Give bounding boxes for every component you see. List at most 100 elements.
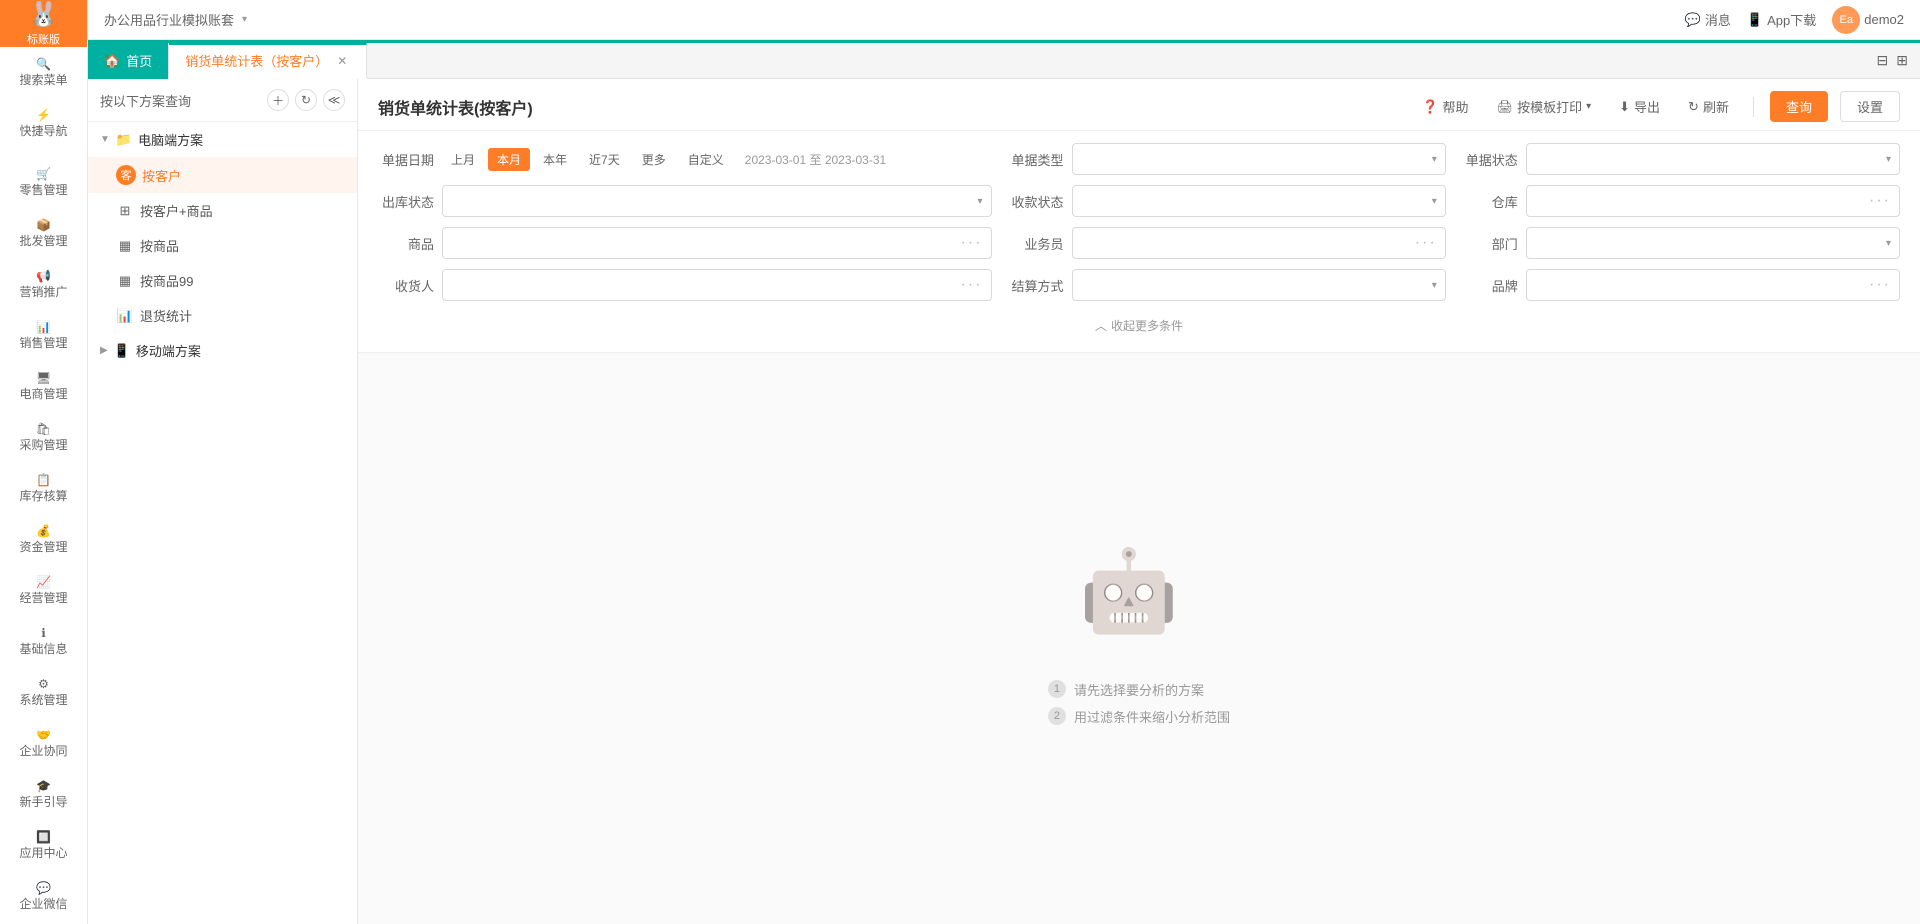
dept-label: 部门	[1462, 234, 1526, 253]
date-range-text: 2023-03-01 至 2023-03-31	[739, 149, 892, 170]
sidebar-item-label: 零售管理	[19, 181, 67, 198]
filter-salesperson-col: 业务员 ···	[1008, 227, 1446, 259]
scheme-panel-title: 按以下方案查询	[100, 91, 191, 110]
tab-maximize-icon[interactable]: ⊞	[1896, 52, 1908, 69]
goods-dots-icon: ···	[961, 234, 983, 252]
dept-field[interactable]: ▾	[1526, 227, 1900, 259]
sidebar-item-label: 营销推广	[19, 283, 67, 300]
sidebar-item-inventory[interactable]: 📋 库存核算	[0, 463, 88, 514]
print-btn[interactable]: 🖨 按模板打印 ▾	[1489, 93, 1600, 120]
warehouse-dots-icon: ···	[1869, 192, 1891, 210]
settle-field[interactable]: ▾	[1072, 269, 1446, 301]
tab-sales-stat-label: 销货单统计表（按客户）	[185, 51, 328, 70]
empty-hints: 1 请先选择要分析的方案 2 用过滤条件来缩小分析范围	[1048, 680, 1230, 734]
bill-type-field[interactable]: ▾	[1072, 143, 1446, 175]
date-btn-custom[interactable]: 自定义	[679, 148, 733, 171]
refresh-btn[interactable]: ↻ 刷新	[1680, 93, 1737, 120]
user-name: demo2	[1864, 12, 1904, 27]
sidebar-logo[interactable]: 🐰 标账版	[0, 0, 88, 47]
print-label: 按模板打印	[1517, 97, 1582, 116]
sidebar-item-operation[interactable]: 📈 经营管理	[0, 565, 88, 616]
sidebar-item-quick-nav[interactable]: ⚡ 快捷导航	[0, 98, 88, 149]
sidebar-item-search[interactable]: 🔍 搜索菜单	[0, 47, 88, 98]
sidebar-item-corp[interactable]: 🤝 企业协同	[0, 718, 88, 769]
message-btn[interactable]: 💬 消息	[1685, 10, 1731, 29]
goods-field[interactable]: ···	[442, 227, 992, 259]
sidebar-item-finance[interactable]: 💰 资金管理	[0, 514, 88, 565]
collapse-row[interactable]: ︿ 收起更多条件	[378, 311, 1900, 340]
help-label: 帮助	[1443, 97, 1469, 116]
date-quick-btns: 上月 本月 本年 近7天 更多 自定义	[442, 148, 733, 171]
sidebar-item-wholesale[interactable]: 📦 批发管理	[0, 208, 88, 259]
sidebar-item-basic[interactable]: ℹ 基础信息	[0, 616, 88, 667]
scheme-group-desktop-header[interactable]: ▼ 📁 电脑端方案	[88, 122, 357, 157]
receipt-status-field[interactable]: ▾	[1072, 185, 1446, 217]
scheme-group-desktop: ▼ 📁 电脑端方案 客 按客户 ⊞ 按客户+商品 ▦ 按商品	[88, 122, 357, 333]
bill-status-field[interactable]: ▾	[1526, 143, 1900, 175]
page-title-bar: 销货单统计表(按客户) ❓ 帮助 🖨 按模板打印 ▾ ⬇ 导出	[358, 79, 1920, 131]
home-icon: 🏠	[104, 53, 120, 69]
refund-stat-icon: 📊	[116, 307, 134, 325]
tab-sales-stat[interactable]: 销货单统计表（按客户） ✕	[169, 43, 367, 79]
scheme-item-by-customer-label: 按客户	[142, 166, 181, 185]
sidebar-item-label: 资金管理	[19, 538, 67, 555]
brand-field[interactable]: ···	[1526, 269, 1900, 301]
sidebar-item-wechat[interactable]: 💬 企业微信	[0, 871, 88, 922]
sidebar-item-newbie[interactable]: 🎓 新手引导	[0, 769, 88, 820]
settle-dropdown-icon: ▾	[1432, 280, 1437, 291]
tab-close-icon[interactable]: ✕	[334, 53, 350, 69]
sidebar-item-label: 企业协同	[19, 742, 67, 759]
inventory-icon: 📋	[36, 473, 51, 487]
sidebar-item-sales[interactable]: 📊 销售管理	[0, 310, 88, 361]
export-btn[interactable]: ⬇ 导出	[1611, 93, 1668, 120]
scheme-add-btn[interactable]: ＋	[267, 89, 289, 111]
settings-button[interactable]: 设置	[1840, 91, 1900, 122]
sidebar-item-retail[interactable]: 🛒 零售管理	[0, 157, 88, 208]
brand-dots-icon: ···	[1869, 276, 1891, 294]
date-btn-this-month[interactable]: 本月	[488, 148, 530, 171]
logo-text: 标账版	[27, 31, 60, 47]
sidebar-item-apps[interactable]: 🔲 应用中心	[0, 820, 88, 871]
sidebar-item-label: 库存核算	[19, 487, 67, 504]
by-goods-icon: ▦	[116, 237, 134, 255]
corp-icon: 🤝	[36, 728, 51, 742]
sidebar-item-label: 基础信息	[19, 640, 67, 657]
sidebar-item-system[interactable]: ⚙ 系统管理	[0, 667, 88, 718]
breadcrumb[interactable]: 办公用品行业模拟账套 ▾	[104, 10, 247, 29]
warehouse-field[interactable]: ···	[1526, 185, 1900, 217]
title-actions: ❓ 帮助 🖨 按模板打印 ▾ ⬇ 导出 ↻ 刷新	[1414, 91, 1900, 122]
tab-minimize-icon[interactable]: ⊟	[1877, 52, 1889, 69]
scheme-item-by-goods-label: 按商品	[140, 236, 179, 255]
scheme-item-by-customer[interactable]: 客 按客户	[88, 157, 357, 193]
user-profile-btn[interactable]: Ea demo2	[1832, 6, 1904, 34]
date-btn-this-year[interactable]: 本年	[534, 148, 576, 171]
date-btn-more[interactable]: 更多	[633, 148, 675, 171]
date-btn-last-month[interactable]: 上月	[442, 148, 484, 171]
filter-bill-status-col: 单据状态 ▾	[1462, 143, 1900, 175]
date-btn-7days[interactable]: 近7天	[580, 148, 629, 171]
sidebar-item-label: 搜索菜单	[19, 71, 67, 88]
scheme-item-by-customer-goods[interactable]: ⊞ 按客户+商品	[88, 193, 357, 228]
empty-hint-1: 1 请先选择要分析的方案	[1048, 680, 1230, 699]
help-btn[interactable]: ❓ 帮助	[1414, 93, 1476, 120]
receiver-field[interactable]: ···	[442, 269, 992, 301]
scheme-refresh-btn[interactable]: ↻	[295, 89, 317, 111]
tabs-bar: 🏠 首页 销货单统计表（按客户） ✕ ⊟ ⊞	[88, 43, 1920, 79]
sidebar-item-ecom[interactable]: 🖥 电商管理	[0, 361, 88, 412]
sidebar-item-purchase[interactable]: 🛍 采购管理	[0, 412, 88, 463]
scheme-group-mobile-header[interactable]: ▶ 📱 移动端方案	[88, 333, 357, 368]
sidebar-item-marketing[interactable]: 📢 营销推广	[0, 259, 88, 310]
scheme-item-by-goods[interactable]: ▦ 按商品	[88, 228, 357, 263]
newbie-icon: 🎓	[36, 779, 51, 793]
scheme-item-by-goods99[interactable]: ▦ 按商品99	[88, 263, 357, 298]
query-button[interactable]: 查询	[1770, 91, 1828, 122]
scheme-item-refund-stat[interactable]: 📊 退货统计	[88, 298, 357, 333]
filter-row-2: 出库状态 ▾ 收款状态 ▾ 仓库	[378, 185, 1900, 217]
out-status-field[interactable]: ▾	[442, 185, 992, 217]
sidebar-item-label: 应用中心	[19, 844, 67, 861]
tab-home[interactable]: 🏠 首页	[88, 43, 169, 79]
filter-dept-col: 部门 ▾	[1462, 227, 1900, 259]
salesperson-field[interactable]: ···	[1072, 227, 1446, 259]
app-download-btn[interactable]: 📱 App下载	[1747, 10, 1816, 29]
scheme-collapse-btn[interactable]: ≪	[323, 89, 345, 111]
